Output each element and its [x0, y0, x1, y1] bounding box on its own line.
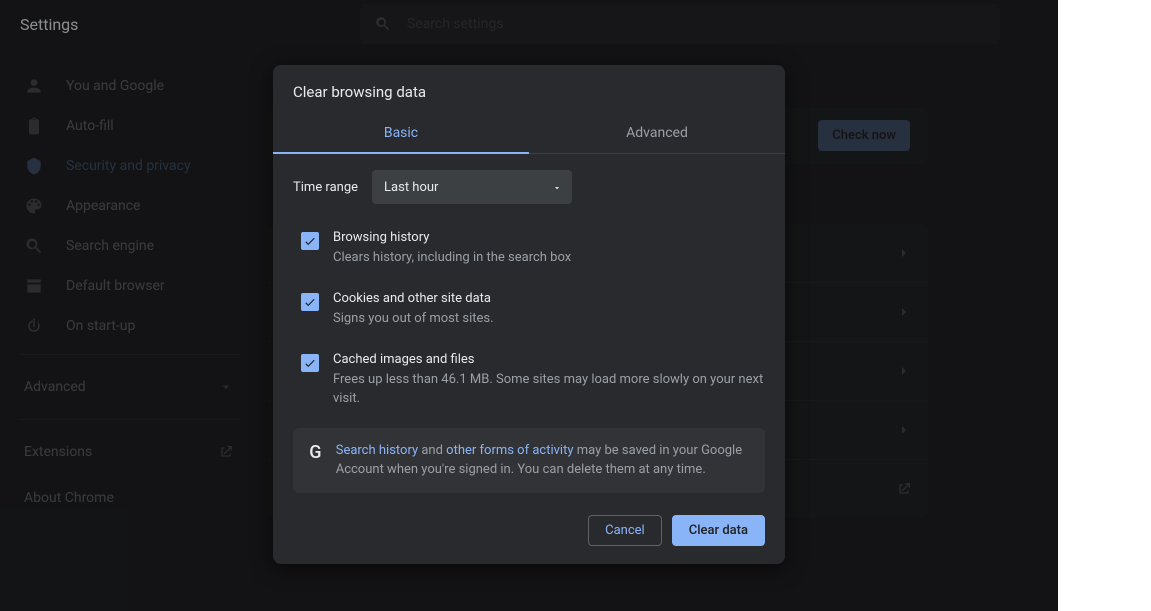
search-history-link[interactable]: Search history	[336, 443, 418, 458]
time-range-row: Time range Last hour	[293, 170, 765, 204]
option-text: Browsing history Clears history, includi…	[333, 230, 571, 267]
app-root: Settings You and Google Auto-fill Securi…	[0, 0, 1058, 611]
option-head: Cookies and other site data	[333, 291, 494, 306]
tab-basic[interactable]: Basic	[273, 115, 529, 153]
clear-browsing-data-dialog: Clear browsing data Basic Advanced Time …	[273, 65, 785, 564]
option-cached: Cached images and files Frees up less th…	[293, 344, 765, 423]
checkbox-cookies[interactable]	[301, 293, 319, 311]
option-text: Cached images and files Frees up less th…	[333, 352, 765, 407]
option-cookies: Cookies and other site data Signs you ou…	[293, 283, 765, 344]
dialog-tabs: Basic Advanced	[273, 115, 785, 154]
checkbox-cached[interactable]	[301, 354, 319, 372]
clear-data-button[interactable]: Clear data	[672, 515, 765, 546]
info-text: Search history and other forms of activi…	[336, 442, 749, 480]
dialog-body: Time range Last hour Browsing history Cl…	[273, 154, 785, 511]
google-g-icon: G	[309, 442, 322, 480]
option-sub: Signs you out of most sites.	[333, 310, 494, 328]
dialog-title: Clear browsing data	[273, 65, 785, 115]
option-sub: Clears history, including in the search …	[333, 249, 571, 267]
cancel-button[interactable]: Cancel	[588, 515, 662, 546]
checkbox-browsing-history[interactable]	[301, 232, 319, 250]
other-activity-link[interactable]: other forms of activity	[446, 443, 573, 458]
option-text: Cookies and other site data Signs you ou…	[333, 291, 494, 328]
google-account-info: G Search history and other forms of acti…	[293, 428, 765, 494]
dialog-actions: Cancel Clear data	[273, 511, 785, 564]
option-head: Browsing history	[333, 230, 571, 245]
tab-advanced[interactable]: Advanced	[529, 115, 785, 153]
time-range-select[interactable]: Last hour	[372, 170, 572, 204]
time-range-label: Time range	[293, 180, 358, 195]
option-head: Cached images and files	[333, 352, 765, 367]
caret-down-icon	[552, 183, 562, 193]
option-browsing-history: Browsing history Clears history, includi…	[293, 222, 765, 283]
time-range-value: Last hour	[384, 180, 438, 195]
modal-overlay: Clear browsing data Basic Advanced Time …	[0, 0, 1058, 611]
option-sub: Frees up less than 46.1 MB. Some sites m…	[333, 371, 765, 407]
